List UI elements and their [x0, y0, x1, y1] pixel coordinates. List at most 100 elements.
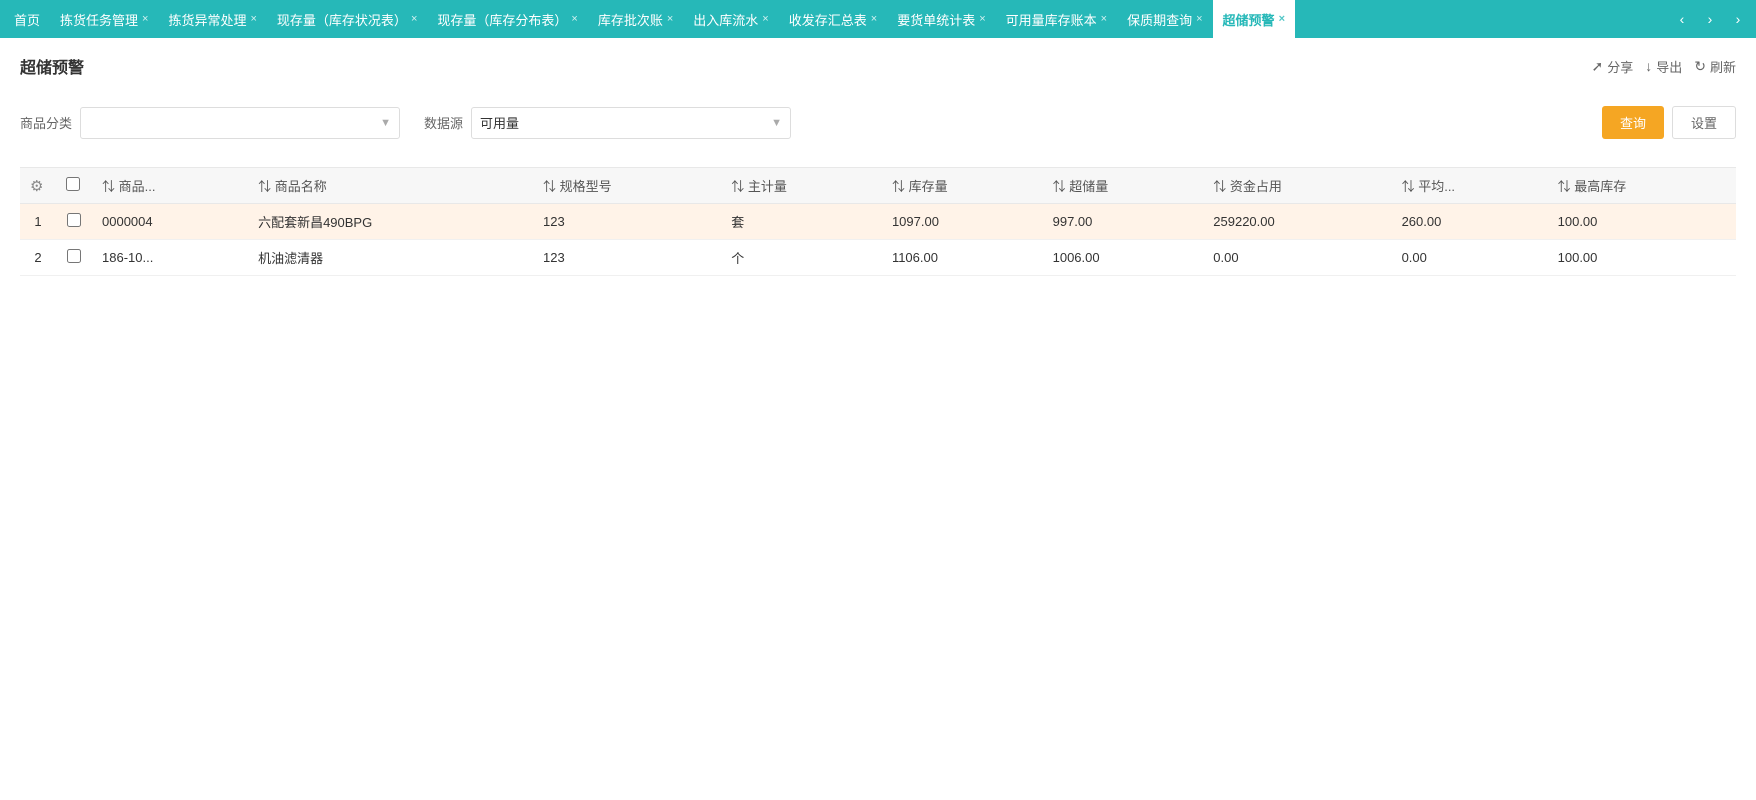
nav-item-batch[interactable]: 库存批次账 × — [588, 0, 683, 38]
row-select-0[interactable] — [67, 213, 81, 227]
col-product-name[interactable]: ⇅ 商品名称 — [248, 168, 533, 204]
page-header: 超储预警 ➚ 分享 ↓ 导出 ↻ 刷新 — [20, 54, 1736, 78]
cell-stock-0: 1097.00 — [882, 204, 1043, 240]
close-icon-task[interactable]: × — [142, 13, 148, 25]
nav-item-flow[interactable]: 出入库流水 × — [683, 0, 778, 38]
filter-actions: 查询 设置 — [1602, 106, 1736, 139]
col-max-stock[interactable]: ⇅ 最高库存 — [1548, 168, 1736, 204]
row-num-1: 2 — [20, 240, 56, 276]
category-filter-group: 商品分类 ▼ — [20, 107, 400, 139]
cell-unit-0: 套 — [721, 204, 882, 240]
settings-gear-icon[interactable]: ⚙ — [30, 178, 43, 195]
datasource-label: 数据源 — [424, 113, 463, 132]
close-icon-expiry[interactable]: × — [1196, 13, 1202, 25]
nav-more-btn[interactable]: › — [1724, 0, 1752, 38]
col-checkbox — [56, 168, 92, 204]
nav-item-order-stat[interactable]: 要货单统计表 × — [887, 0, 995, 38]
col-unit-label: 主计量 — [748, 179, 787, 194]
share-icon: ➚ — [1591, 58, 1603, 75]
nav-item-home[interactable]: 首页 — [4, 0, 50, 38]
nav-item-expiry[interactable]: 保质期查询 × — [1117, 0, 1212, 38]
cell-unit-1: 个 — [721, 240, 882, 276]
cell-overstock-1: 1006.00 — [1043, 240, 1204, 276]
cell-capital-1: 0.00 — [1203, 240, 1391, 276]
cell-product-code-1: 186-10... — [92, 240, 248, 276]
close-icon-batch[interactable]: × — [667, 13, 673, 25]
query-button[interactable]: 查询 — [1602, 106, 1664, 139]
col-spec-label: 规格型号 — [560, 179, 612, 194]
share-button[interactable]: ➚ 分享 — [1591, 57, 1633, 76]
nav-item-exception[interactable]: 拣货异常处理 × — [158, 0, 266, 38]
close-icon-stock-dist[interactable]: × — [571, 13, 577, 25]
header-actions: ➚ 分享 ↓ 导出 ↻ 刷新 — [1591, 57, 1736, 76]
cell-stock-1: 1106.00 — [882, 240, 1043, 276]
col-stock-label: 库存量 — [909, 179, 948, 194]
col-product-code-label: 商品... — [119, 179, 156, 194]
close-icon-available[interactable]: × — [1101, 13, 1107, 25]
col-product-name-label: 商品名称 — [275, 179, 327, 194]
nav-item-stock-status[interactable]: 现存量（库存状况表） × — [267, 0, 427, 38]
close-icon-order-stat[interactable]: × — [979, 13, 985, 25]
close-icon-summary[interactable]: × — [871, 13, 877, 25]
col-settings: ⚙ — [20, 168, 56, 204]
filter-row: 商品分类 ▼ 数据源 可用量 ▼ 查询 设置 — [20, 94, 1736, 151]
close-icon-flow[interactable]: × — [762, 13, 768, 25]
category-label: 商品分类 — [20, 113, 72, 132]
col-capital-label: 资金占用 — [1230, 179, 1282, 194]
data-table: ⚙ ⇅ 商品... ⇅ 商品名称 ⇅ 规格型号 ⇅ — [20, 167, 1736, 276]
page-title: 超储预警 — [20, 54, 84, 78]
cell-spec-1: 123 — [533, 240, 721, 276]
col-product-code[interactable]: ⇅ 商品... — [92, 168, 248, 204]
close-icon-stock-status[interactable]: × — [411, 13, 417, 25]
col-overstock[interactable]: ⇅ 超储量 — [1043, 168, 1204, 204]
export-icon: ↓ — [1645, 58, 1652, 74]
col-avg[interactable]: ⇅ 平均... — [1392, 168, 1548, 204]
settings-button[interactable]: 设置 — [1672, 106, 1736, 139]
nav-item-summary[interactable]: 收发存汇总表 × — [779, 0, 887, 38]
cell-spec-0: 123 — [533, 204, 721, 240]
close-icon-exception[interactable]: × — [250, 13, 256, 25]
cell-max-stock-0: 100.00 — [1548, 204, 1736, 240]
table-header-row: ⚙ ⇅ 商品... ⇅ 商品名称 ⇅ 规格型号 ⇅ — [20, 168, 1736, 204]
row-num-0: 1 — [20, 204, 56, 240]
row-select-1[interactable] — [67, 249, 81, 263]
datasource-chevron-icon: ▼ — [771, 117, 782, 129]
datasource-filter-group: 数据源 可用量 ▼ — [424, 107, 791, 139]
export-button[interactable]: ↓ 导出 — [1645, 57, 1682, 76]
col-overstock-label: 超储量 — [1069, 179, 1108, 194]
row-checkbox-0[interactable] — [56, 204, 92, 240]
col-capital[interactable]: ⇅ 资金占用 — [1203, 168, 1391, 204]
nav-item-overstock[interactable]: 超储预警 × — [1213, 0, 1295, 38]
row-checkbox-1[interactable] — [56, 240, 92, 276]
cell-product-name-0: 六配套新昌490BPG — [248, 204, 533, 240]
col-spec[interactable]: ⇅ 规格型号 — [533, 168, 721, 204]
select-all-checkbox[interactable] — [66, 177, 80, 191]
cell-avg-1: 0.00 — [1392, 240, 1548, 276]
nav-item-available[interactable]: 可用量库存账本 × — [996, 0, 1117, 38]
category-chevron-icon: ▼ — [380, 117, 391, 129]
datasource-select-value: 可用量 — [480, 113, 519, 132]
nav-item-task[interactable]: 拣货任务管理 × — [50, 0, 158, 38]
table-row: 2 186-10... 机油滤清器 123 个 1106.00 1006.00 … — [20, 240, 1736, 276]
col-max-stock-label: 最高库存 — [1574, 179, 1626, 194]
nav-item-stock-dist[interactable]: 现存量（库存分布表） × — [427, 0, 587, 38]
nav-prev-btn[interactable]: ‹ — [1668, 0, 1696, 38]
datasource-select[interactable]: 可用量 ▼ — [471, 107, 791, 139]
nav-arrows: ‹ › › — [1668, 0, 1752, 38]
refresh-button[interactable]: ↻ 刷新 — [1694, 57, 1736, 76]
cell-product-code-0: 0000004 — [92, 204, 248, 240]
cell-max-stock-1: 100.00 — [1548, 240, 1736, 276]
col-unit[interactable]: ⇅ 主计量 — [721, 168, 882, 204]
category-select[interactable]: ▼ — [80, 107, 400, 139]
cell-overstock-0: 997.00 — [1043, 204, 1204, 240]
nav-next-btn[interactable]: › — [1696, 0, 1724, 38]
cell-capital-0: 259220.00 — [1203, 204, 1391, 240]
top-nav: 首页 拣货任务管理 × 拣货异常处理 × 现存量（库存状况表） × 现存量（库存… — [0, 0, 1756, 38]
col-avg-label: 平均... — [1418, 179, 1455, 194]
cell-avg-0: 260.00 — [1392, 204, 1548, 240]
close-icon-overstock[interactable]: × — [1279, 13, 1285, 25]
cell-product-name-1: 机油滤清器 — [248, 240, 533, 276]
refresh-icon: ↻ — [1694, 58, 1706, 75]
col-stock[interactable]: ⇅ 库存量 — [882, 168, 1043, 204]
main-content: 超储预警 ➚ 分享 ↓ 导出 ↻ 刷新 商品分类 ▼ 数据源 — [0, 38, 1756, 800]
